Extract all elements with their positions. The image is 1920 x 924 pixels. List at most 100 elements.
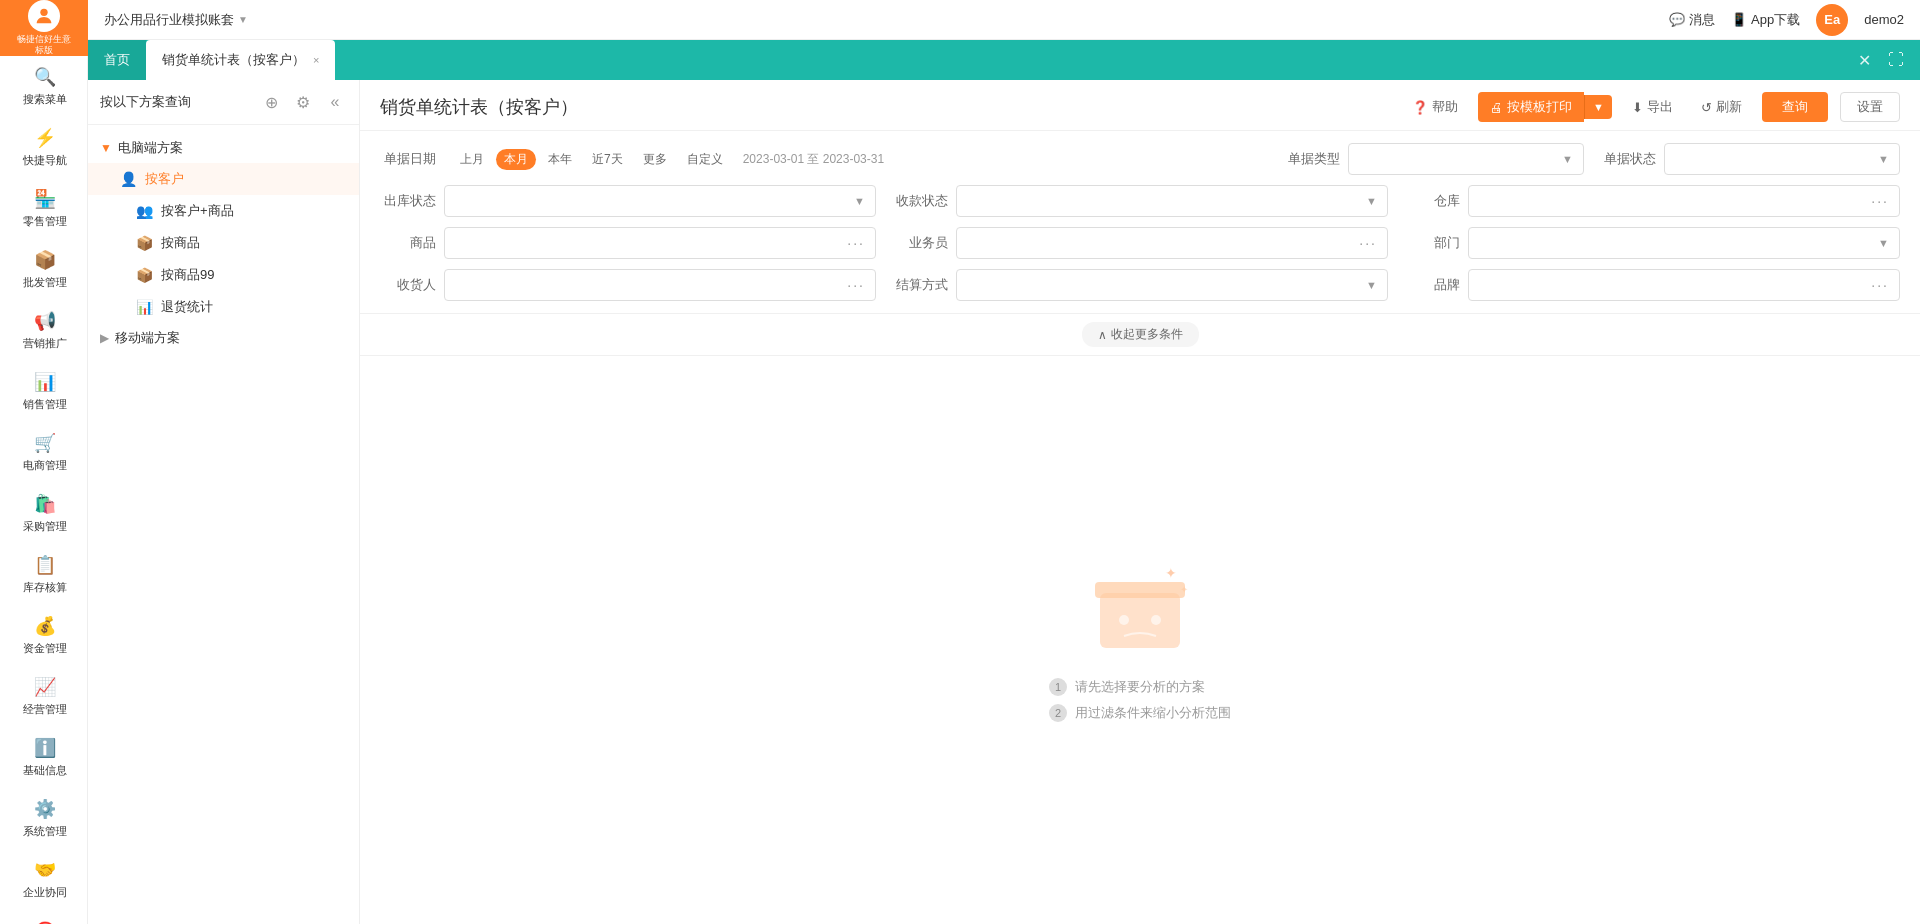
ship-status-select[interactable]: ▼ [444, 185, 876, 217]
sidebar-item-8[interactable]: 📋库存核算 [0, 544, 88, 605]
refresh-button[interactable]: ↺ 刷新 [1693, 94, 1750, 120]
date-shortcut-this-year[interactable]: 本年 [540, 149, 580, 170]
sidebar-label-11: 基础信息 [23, 763, 67, 778]
empty-svg: ✦ ✦ [1080, 558, 1200, 658]
app-download-label: App下载 [1751, 11, 1800, 29]
sidebar-icon-2: 🏪 [34, 188, 56, 210]
svg-point-4 [1151, 615, 1161, 625]
sidebar-item-2[interactable]: 🏪零售管理 [0, 178, 88, 239]
collapse-bar[interactable]: ∧ 收起更多条件 [360, 314, 1920, 356]
help-button[interactable]: ❓ 帮助 [1404, 94, 1466, 120]
settings-scheme-button[interactable]: ⚙ [291, 90, 315, 114]
print-icon: 🖨 [1490, 100, 1503, 115]
sidebar-item-11[interactable]: ℹ️基础信息 [0, 727, 88, 788]
date-shortcut-this-month[interactable]: 本月 [496, 149, 536, 170]
sidebar-item-14[interactable]: 🎯新手引导 [0, 910, 88, 924]
print-label: 按模板打印 [1507, 98, 1572, 116]
account-selector-arrow: ▼ [238, 14, 248, 25]
query-button[interactable]: 查询 [1762, 92, 1828, 122]
warehouse-select[interactable]: ··· [1468, 185, 1900, 217]
print-main-button[interactable]: 🖨 按模板打印 [1478, 92, 1584, 122]
tree-item-by-product99[interactable]: 📦 按商品99 [88, 259, 359, 291]
main-area: 办公用品行业模拟账套 ▼ 💬 消息 📱 App下载 Ea demo2 首页 销货… [88, 0, 1920, 924]
filter-row-status: 出库状态 ▼ 收款状态 ▼ 仓库 ··· [380, 185, 1900, 217]
page-actions: ❓ 帮助 🖨 按模板打印 ▼ ⬇ 导出 [1404, 92, 1900, 122]
account-selector[interactable]: 办公用品行业模拟账套 ▼ [104, 11, 248, 29]
sidebar-label-9: 资金管理 [23, 641, 67, 656]
hint-text-1: 请先选择要分析的方案 [1075, 678, 1205, 696]
sidebar-item-3[interactable]: 📦批发管理 [0, 239, 88, 300]
collapse-more-button[interactable]: ∧ 收起更多条件 [1082, 322, 1199, 347]
gear-icon: ⚙ [296, 93, 310, 112]
salesperson-select[interactable]: ··· [956, 227, 1388, 259]
sidebar-icon-1: ⚡ [34, 127, 56, 149]
department-select[interactable]: ▼ [1468, 227, 1900, 259]
tree-group-mobile[interactable]: ▶ 移动端方案 [88, 323, 359, 353]
sidebar-item-7[interactable]: 🛍️采购管理 [0, 483, 88, 544]
status-filter-label: 单据状态 [1600, 150, 1656, 168]
payment-status-select[interactable]: ▼ [956, 185, 1388, 217]
page-title: 销货单统计表（按客户） [380, 95, 578, 119]
sidebar-label-3: 批发管理 [23, 275, 67, 290]
app-download-icon: 📱 [1731, 12, 1747, 27]
svg-point-0 [40, 9, 47, 16]
sidebar-item-1[interactable]: ⚡快捷导航 [0, 117, 88, 178]
tree-item-by-customer-product[interactable]: 👥 按客户+商品 [88, 195, 359, 227]
date-shortcut-last-month[interactable]: 上月 [452, 149, 492, 170]
app-logo: 畅捷信好生意标版 [0, 0, 88, 56]
sidebar-item-12[interactable]: ⚙️系统管理 [0, 788, 88, 849]
department-arrow: ▼ [1878, 237, 1889, 249]
app-logo-text: 畅捷信好生意标版 [17, 34, 71, 56]
sidebar-item-13[interactable]: 🤝企业协同 [0, 849, 88, 910]
tab-close-all-button[interactable]: ✕ [1852, 48, 1876, 72]
ship-status-label: 出库状态 [380, 192, 436, 210]
sidebar-item-5[interactable]: 📊销售管理 [0, 361, 88, 422]
brand-ellipsis-icon: ··· [1871, 277, 1889, 293]
type-select[interactable]: ▼ [1348, 143, 1584, 175]
receiver-select[interactable]: ··· [444, 269, 876, 301]
sidebar-label-8: 库存核算 [23, 580, 67, 595]
tree-item-by-product[interactable]: 📦 按商品 [88, 227, 359, 259]
add-scheme-button[interactable]: ⊕ [259, 90, 283, 114]
tree-item-return-stats[interactable]: 📊 退货统计 [88, 291, 359, 323]
sidebar-item-10[interactable]: 📈经营管理 [0, 666, 88, 727]
tab-home[interactable]: 首页 [88, 40, 146, 80]
tab-fullscreen-button[interactable]: ⛶ [1884, 48, 1908, 72]
tree-group-desktop[interactable]: ▼ 电脑端方案 [88, 133, 359, 163]
type-filter-label: 单据类型 [1284, 150, 1340, 168]
sidebar-item-0[interactable]: 🔍搜索菜单 [0, 56, 88, 117]
message-button[interactable]: 💬 消息 [1669, 11, 1715, 29]
sidebar-item-6[interactable]: 🛒电商管理 [0, 422, 88, 483]
brand-select[interactable]: ··· [1468, 269, 1900, 301]
settings-button[interactable]: 设置 [1840, 92, 1900, 122]
status-select-arrow: ▼ [1878, 153, 1889, 165]
topbar: 办公用品行业模拟账套 ▼ 💬 消息 📱 App下载 Ea demo2 [88, 0, 1920, 40]
date-shortcut-custom[interactable]: 自定义 [679, 149, 731, 170]
avatar[interactable]: Ea [1816, 4, 1848, 36]
tree-item-by-customer[interactable]: 👤 按客户 [88, 163, 359, 195]
date-shortcut-7days[interactable]: 近7天 [584, 149, 631, 170]
left-panel-title: 按以下方案查询 [100, 93, 191, 111]
product-select[interactable]: ··· [444, 227, 876, 259]
collapse-panel-button[interactable]: « [323, 90, 347, 114]
status-select[interactable]: ▼ [1664, 143, 1900, 175]
export-button[interactable]: ⬇ 导出 [1624, 94, 1681, 120]
left-panel-actions: ⊕ ⚙ « [259, 90, 347, 114]
date-range-display: 2023-03-01 至 2023-03-31 [743, 151, 884, 168]
sidebar-item-9[interactable]: 💰资金管理 [0, 605, 88, 666]
svg-text:✦: ✦ [1180, 584, 1188, 595]
tab-report-close[interactable]: × [313, 54, 319, 66]
tab-report[interactable]: 销货单统计表（按客户） × [146, 40, 335, 80]
salesperson-ellipsis-icon: ··· [1359, 235, 1377, 251]
svg-point-3 [1119, 615, 1129, 625]
print-button[interactable]: 🖨 按模板打印 ▼ [1478, 92, 1612, 122]
scheme-tree: ▼ 电脑端方案 👤 按客户 👥 按客户+商品 📦 按商品 📦 按商品 [88, 125, 359, 361]
date-shortcut-more[interactable]: 更多 [635, 149, 675, 170]
print-dropdown-arrow[interactable]: ▼ [1584, 95, 1612, 119]
add-icon: ⊕ [265, 93, 278, 112]
app-download-button[interactable]: 📱 App下载 [1731, 11, 1800, 29]
settlement-select[interactable]: ▼ [956, 269, 1388, 301]
collapse-icon: « [331, 93, 340, 111]
tree-group-desktop-label: 电脑端方案 [118, 139, 183, 157]
sidebar-item-4[interactable]: 📢营销推广 [0, 300, 88, 361]
